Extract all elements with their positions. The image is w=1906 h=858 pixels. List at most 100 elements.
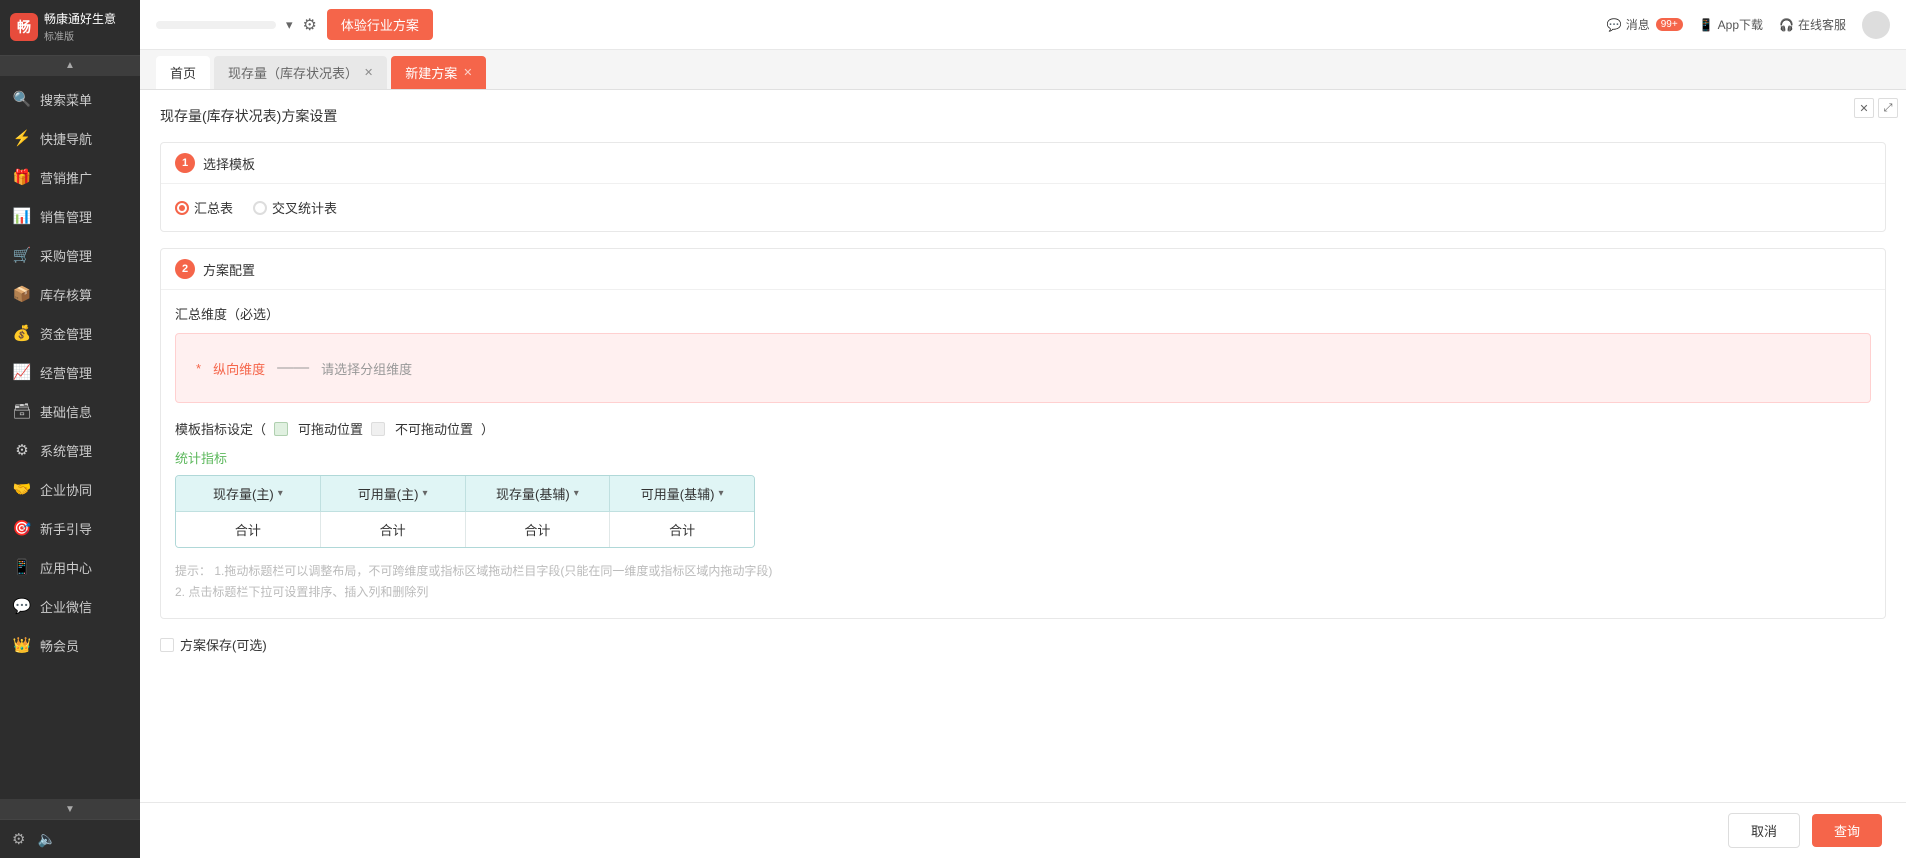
- sidebar-item-purchase[interactable]: 🛒 采购管理: [0, 236, 140, 275]
- stats-col-3-label: 现存量(基辅): [496, 484, 570, 503]
- collapse-buttons: ✕ ⤢: [1854, 98, 1898, 118]
- tab-home[interactable]: 首页: [156, 56, 210, 89]
- tip-prefix: 提示：: [175, 564, 211, 578]
- tab-inventory-close[interactable]: ✕: [364, 66, 373, 79]
- tip-1-text: 1.拖动标题栏可以调整布局，不可跨维度或指标区域拖动栏目字段(只能在同一维度或指…: [214, 564, 772, 578]
- sidebar-item-vip[interactable]: 👑 畅会员: [0, 626, 140, 665]
- save-label: 方案保存(可选): [180, 635, 267, 654]
- sidebar-item-label: 企业协同: [40, 480, 92, 499]
- operations-icon: 📈: [12, 363, 32, 381]
- marketing-icon: 🎁: [12, 168, 32, 186]
- stats-header-row: 现存量(主) ▾ 可用量(主) ▾ 现存量(基辅) ▾: [176, 476, 754, 511]
- sidebar-item-basic[interactable]: 🗃 基础信息: [0, 392, 140, 431]
- sidebar-item-label: 快捷导航: [40, 129, 92, 148]
- radio-summary-circle: [175, 201, 189, 215]
- user-avatar[interactable]: [1862, 11, 1890, 39]
- sidebar-item-label: 资金管理: [40, 324, 92, 343]
- section2-body: 汇总维度（必选） * 纵向维度 —— 请选择分组维度 模板指标设定（ 可拖动位置: [161, 290, 1885, 618]
- sidebar-item-operations[interactable]: 📈 经营管理: [0, 353, 140, 392]
- tab-new-plan[interactable]: 新建方案 ✕: [391, 56, 486, 89]
- stats-col-4[interactable]: 可用量(基辅) ▾: [610, 476, 754, 511]
- sidebar-item-label: 搜索菜单: [40, 90, 92, 109]
- app-name: 畅康通好生意: [44, 12, 116, 28]
- close-panel-icon[interactable]: ✕: [1854, 98, 1874, 118]
- sidebar-item-system[interactable]: ⚙ 系统管理: [0, 431, 140, 470]
- tab-new-plan-close[interactable]: ✕: [463, 66, 472, 79]
- sidebar-bottom: ⚙ 🔈: [0, 819, 140, 858]
- dim-field-label: 纵向维度: [213, 359, 265, 378]
- stats-col-2[interactable]: 可用量(主) ▾: [321, 476, 466, 511]
- radio-summary[interactable]: 汇总表: [175, 198, 233, 217]
- section2-header: 2 方案配置: [161, 249, 1885, 290]
- app-download-item[interactable]: 📱 App下载: [1699, 16, 1763, 33]
- stats-col-3[interactable]: 现存量(基辅) ▾: [466, 476, 611, 511]
- sidebar-scroll-down[interactable]: ▼: [0, 799, 140, 819]
- sidebar-item-enterprise[interactable]: 🤝 企业协同: [0, 470, 140, 509]
- topbar: ▾ ⚙ 体验行业方案 💬 消息 99+ 📱 App下载 🎧 在线客服: [140, 0, 1906, 50]
- stats-col-1-label: 现存量(主): [213, 484, 274, 503]
- sidebar-item-inventory[interactable]: 📦 库存核算: [0, 275, 140, 314]
- topbar-settings-icon[interactable]: ⚙: [303, 15, 317, 35]
- indicator-close-paren: ）: [481, 419, 494, 438]
- expand-panel-icon[interactable]: ⤢: [1878, 98, 1898, 118]
- indicator-label: 模板指标设定（ 可拖动位置 不可拖动位置 ）: [175, 419, 1871, 438]
- tab-inventory-status[interactable]: 现存量（库存状况表） ✕: [214, 56, 387, 89]
- sidebar-scroll-up[interactable]: ▲: [0, 56, 140, 76]
- cancel-button[interactable]: 取消: [1728, 813, 1800, 848]
- trial-button[interactable]: 体验行业方案: [327, 9, 433, 40]
- section-plan-config: 2 方案配置 汇总维度（必选） * 纵向维度 —— 请选择分组维度: [160, 248, 1886, 619]
- online-service-item[interactable]: 🎧 在线客服: [1779, 16, 1846, 33]
- sidebar-item-sales[interactable]: 📊 销售管理: [0, 197, 140, 236]
- phone-icon: 📱: [1699, 18, 1714, 32]
- dim-required-mark: *: [196, 361, 201, 376]
- sidebar-item-apps[interactable]: 📱 应用中心: [0, 548, 140, 587]
- sidebar-item-label: 采购管理: [40, 246, 92, 265]
- newbie-icon: 🎯: [12, 519, 32, 537]
- topbar-dropdown-icon[interactable]: ▾: [286, 17, 293, 33]
- stats-body-cell-2: 合计: [321, 512, 466, 547]
- app-version: 标准版: [44, 28, 116, 43]
- stats-col-1-dropdown[interactable]: ▾: [278, 488, 283, 499]
- sidebar-item-search[interactable]: 🔍 搜索菜单: [0, 80, 140, 119]
- save-checkbox[interactable]: [160, 638, 174, 652]
- sidebar-item-wechat[interactable]: 💬 企业微信: [0, 587, 140, 626]
- sidebar-item-newbie[interactable]: 🎯 新手引导: [0, 509, 140, 548]
- step1-badge: 1: [175, 153, 195, 173]
- stats-body-cell-4: 合计: [610, 512, 754, 547]
- sidebar-item-label: 经营管理: [40, 363, 92, 382]
- section1-body: 汇总表 交叉统计表: [161, 184, 1885, 231]
- sidebar-item-label: 应用中心: [40, 558, 92, 577]
- page-title: 现存量(库存状况表)方案设置: [160, 106, 1886, 126]
- sidebar-logo: 畅 畅康通好生意 标准版: [0, 0, 140, 56]
- sidebar-item-shortcuts[interactable]: ⚡ 快捷导航: [0, 119, 140, 158]
- stats-col-3-dropdown[interactable]: ▾: [574, 488, 579, 499]
- stats-col-1[interactable]: 现存量(主) ▾: [176, 476, 321, 511]
- content-area: 现存量(库存状况表)方案设置 1 选择模板 汇总表 交叉统计: [140, 90, 1906, 858]
- tab-home-label: 首页: [170, 63, 196, 82]
- radio-cross[interactable]: 交叉统计表: [253, 198, 337, 217]
- indicator-label-text: 模板指标设定（: [175, 419, 266, 438]
- logo-text-block: 畅康通好生意 标准版: [44, 12, 116, 43]
- sidebar-item-marketing[interactable]: 🎁 营销推广: [0, 158, 140, 197]
- messages-item[interactable]: 💬 消息 99+: [1607, 16, 1683, 33]
- stats-col-4-dropdown[interactable]: ▾: [718, 488, 723, 499]
- stats-col-4-label: 可用量(基辅): [641, 484, 715, 503]
- sidebar: 畅 畅康通好生意 标准版 ▲ 🔍 搜索菜单 ⚡ 快捷导航 🎁 营销推广 📊 销售…: [0, 0, 140, 858]
- query-button[interactable]: 查询: [1812, 814, 1882, 847]
- sidebar-item-label: 企业微信: [40, 597, 92, 616]
- speaker-icon[interactable]: 🔈: [37, 830, 56, 848]
- sidebar-item-label: 系统管理: [40, 441, 92, 460]
- finance-icon: 💰: [12, 324, 32, 342]
- draggable-indicator-swatch: [274, 422, 288, 436]
- tip-line-1: 提示： 1.拖动标题栏可以调整布局，不可跨维度或指标区域拖动栏目字段(只能在同一…: [175, 562, 1871, 579]
- settings-bottom-icon[interactable]: ⚙: [12, 830, 25, 848]
- stats-col-2-dropdown[interactable]: ▾: [422, 488, 427, 499]
- vertical-dim-box[interactable]: * 纵向维度 —— 请选择分组维度: [175, 333, 1871, 403]
- basic-icon: 🗃: [12, 402, 32, 420]
- dim-label: 汇总维度（必选）: [175, 304, 1871, 323]
- inventory-icon: 📦: [12, 285, 32, 303]
- sidebar-item-label: 新手引导: [40, 519, 92, 538]
- wechat-icon: 💬: [12, 597, 32, 615]
- sidebar-item-finance[interactable]: 💰 资金管理: [0, 314, 140, 353]
- messages-label: 消息: [1626, 16, 1650, 33]
